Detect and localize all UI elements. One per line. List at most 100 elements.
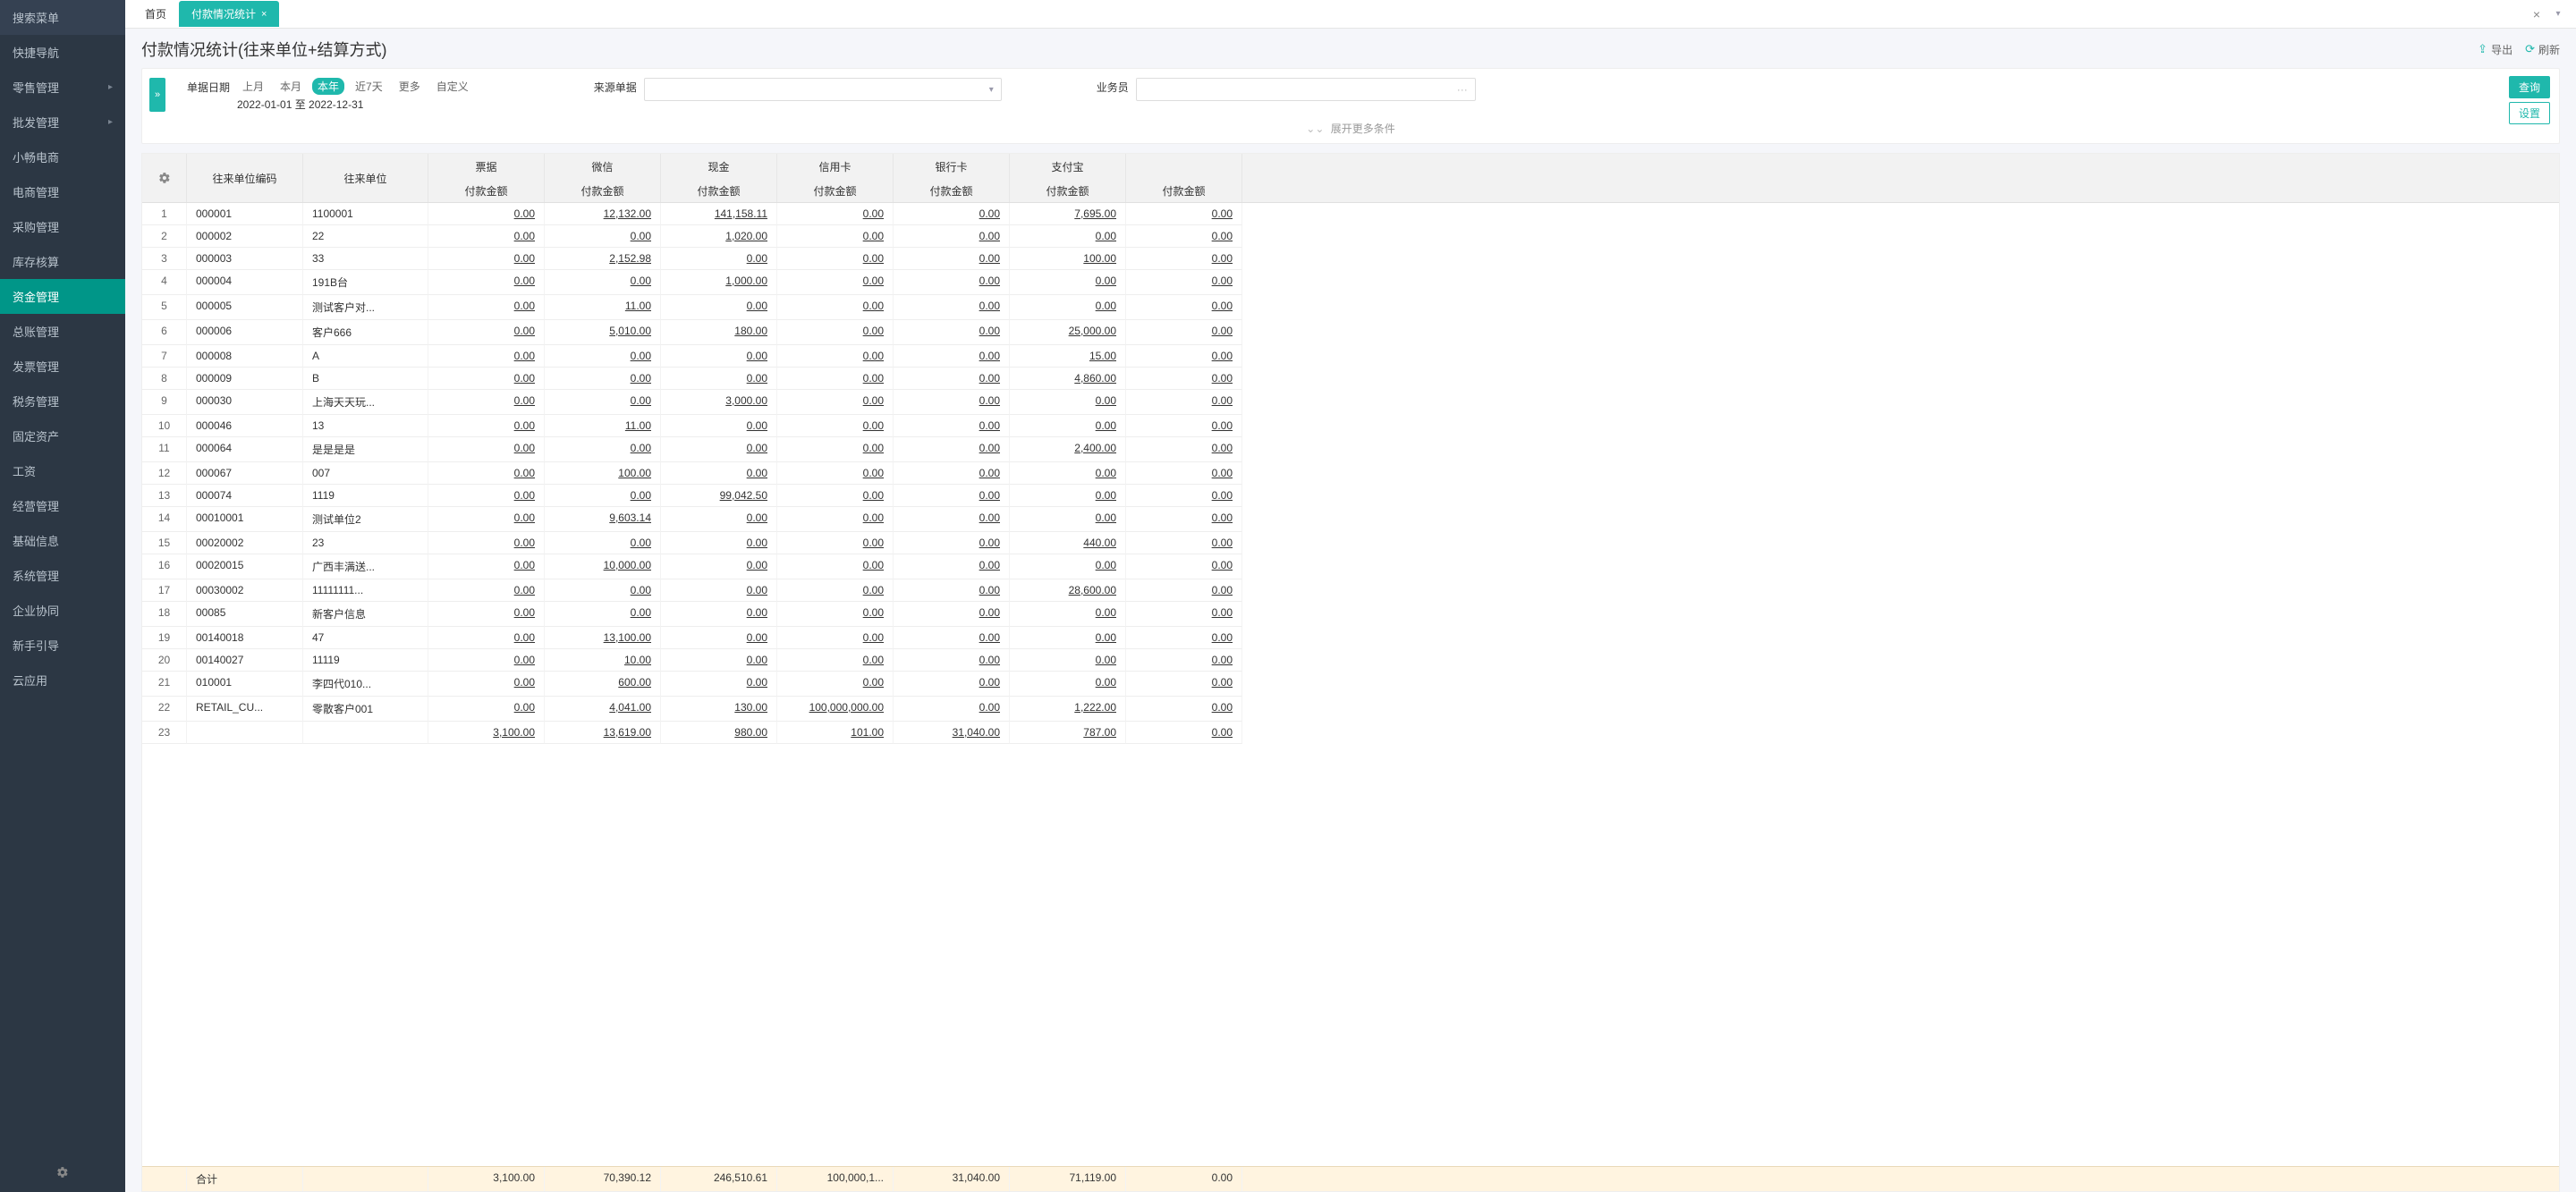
sidebar-item-15[interactable]: 基础信息 <box>0 523 125 558</box>
cell-amount-6[interactable]: 0.00 <box>1126 437 1242 462</box>
cell-amount-4[interactable]: 0.00 <box>894 672 1010 697</box>
source-select[interactable]: ▾ <box>644 78 1002 101</box>
settings-button[interactable]: 设置 <box>2509 102 2550 124</box>
cell-amount-3[interactable]: 0.00 <box>777 225 894 248</box>
cell-amount-0[interactable]: 0.00 <box>428 320 545 345</box>
cell-amount-0[interactable]: 0.00 <box>428 554 545 579</box>
cell-amount-2[interactable]: 980.00 <box>661 722 777 744</box>
cell-amount-4[interactable]: 0.00 <box>894 627 1010 649</box>
cell-amount-5[interactable]: 0.00 <box>1010 225 1126 248</box>
col-sub-3[interactable]: 付款金额 <box>777 179 894 202</box>
query-button[interactable]: 查询 <box>2509 76 2550 98</box>
cell-amount-5[interactable]: 100.00 <box>1010 248 1126 270</box>
sidebar-item-18[interactable]: 新手引导 <box>0 628 125 663</box>
export-button[interactable]: ⇪ 导出 <box>2478 42 2512 57</box>
cell-amount-2[interactable]: 0.00 <box>661 554 777 579</box>
sidebar-item-12[interactable]: 固定资产 <box>0 418 125 453</box>
sidebar-item-11[interactable]: 税务管理 <box>0 384 125 418</box>
cell-amount-6[interactable]: 0.00 <box>1126 649 1242 672</box>
cell-amount-4[interactable]: 0.00 <box>894 320 1010 345</box>
cell-amount-0[interactable]: 0.00 <box>428 225 545 248</box>
cell-amount-3[interactable]: 0.00 <box>777 390 894 415</box>
sidebar-item-4[interactable]: 小畅电商 <box>0 139 125 174</box>
cell-amount-6[interactable]: 0.00 <box>1126 368 1242 390</box>
cell-amount-6[interactable]: 0.00 <box>1126 462 1242 485</box>
cell-amount-5[interactable]: 7,695.00 <box>1010 203 1126 225</box>
cell-amount-0[interactable]: 0.00 <box>428 295 545 320</box>
date-chip-4[interactable]: 更多 <box>394 78 426 95</box>
date-chip-1[interactable]: 本月 <box>275 78 307 95</box>
cell-amount-0[interactable]: 0.00 <box>428 248 545 270</box>
col-name[interactable]: 往来单位 <box>303 154 428 202</box>
sidebar-item-6[interactable]: 采购管理 <box>0 209 125 244</box>
cell-amount-5[interactable]: 1,222.00 <box>1010 697 1126 722</box>
col-sub-0[interactable]: 付款金额 <box>428 179 545 202</box>
cell-amount-1[interactable]: 4,041.00 <box>545 697 661 722</box>
cell-amount-5[interactable]: 0.00 <box>1010 554 1126 579</box>
collapse-toggle[interactable]: » <box>149 78 165 112</box>
cell-amount-6[interactable]: 0.00 <box>1126 248 1242 270</box>
cell-amount-2[interactable]: 0.00 <box>661 649 777 672</box>
cell-amount-0[interactable]: 0.00 <box>428 345 545 368</box>
sidebar-item-19[interactable]: 云应用 <box>0 663 125 697</box>
cell-amount-1[interactable]: 13,619.00 <box>545 722 661 744</box>
col-sub-2[interactable]: 付款金额 <box>661 179 777 202</box>
cell-amount-0[interactable]: 0.00 <box>428 368 545 390</box>
cell-amount-1[interactable]: 0.00 <box>545 437 661 462</box>
cell-amount-3[interactable]: 0.00 <box>777 485 894 507</box>
cell-amount-3[interactable]: 0.00 <box>777 602 894 627</box>
cell-amount-4[interactable]: 0.00 <box>894 368 1010 390</box>
sidebar-item-3[interactable]: 批发管理▸ <box>0 105 125 139</box>
cell-amount-0[interactable]: 0.00 <box>428 627 545 649</box>
cell-amount-4[interactable]: 0.00 <box>894 415 1010 437</box>
cell-amount-4[interactable]: 0.00 <box>894 248 1010 270</box>
sidebar-item-9[interactable]: 总账管理 <box>0 314 125 349</box>
cell-amount-3[interactable]: 0.00 <box>777 627 894 649</box>
cell-amount-1[interactable]: 13,100.00 <box>545 627 661 649</box>
cell-amount-3[interactable]: 0.00 <box>777 437 894 462</box>
cell-amount-2[interactable]: 0.00 <box>661 627 777 649</box>
cell-amount-1[interactable]: 600.00 <box>545 672 661 697</box>
cell-amount-4[interactable]: 0.00 <box>894 225 1010 248</box>
cell-amount-2[interactable]: 3,000.00 <box>661 390 777 415</box>
cell-amount-2[interactable]: 1,020.00 <box>661 225 777 248</box>
cell-amount-5[interactable]: 0.00 <box>1010 390 1126 415</box>
cell-amount-0[interactable]: 3,100.00 <box>428 722 545 744</box>
refresh-button[interactable]: ⟳ 刷新 <box>2525 42 2560 57</box>
cell-amount-5[interactable]: 15.00 <box>1010 345 1126 368</box>
cell-amount-5[interactable]: 440.00 <box>1010 532 1126 554</box>
cell-amount-4[interactable]: 0.00 <box>894 437 1010 462</box>
cell-amount-1[interactable]: 0.00 <box>545 368 661 390</box>
cell-amount-1[interactable]: 0.00 <box>545 579 661 602</box>
cell-amount-5[interactable]: 0.00 <box>1010 649 1126 672</box>
cell-amount-5[interactable]: 0.00 <box>1010 507 1126 532</box>
cell-amount-4[interactable]: 0.00 <box>894 554 1010 579</box>
cell-amount-1[interactable]: 0.00 <box>545 390 661 415</box>
sidebar-item-16[interactable]: 系统管理 <box>0 558 125 593</box>
cell-amount-1[interactable]: 11.00 <box>545 415 661 437</box>
cell-amount-6[interactable]: 0.00 <box>1126 320 1242 345</box>
date-chip-3[interactable]: 近7天 <box>350 78 388 95</box>
col-sub-5[interactable]: 付款金额 <box>1010 179 1126 202</box>
sales-select[interactable]: ··· <box>1136 78 1476 101</box>
cell-amount-4[interactable]: 0.00 <box>894 390 1010 415</box>
cell-amount-4[interactable]: 0.00 <box>894 602 1010 627</box>
cell-amount-3[interactable]: 0.00 <box>777 320 894 345</box>
col-sub-4[interactable]: 付款金额 <box>894 179 1010 202</box>
cell-amount-0[interactable]: 0.00 <box>428 697 545 722</box>
date-chip-2[interactable]: 本年 <box>312 78 344 95</box>
cell-amount-6[interactable]: 0.00 <box>1126 415 1242 437</box>
cell-amount-1[interactable]: 0.00 <box>545 270 661 295</box>
cell-amount-6[interactable]: 0.00 <box>1126 722 1242 744</box>
cell-amount-0[interactable]: 0.00 <box>428 203 545 225</box>
cell-amount-6[interactable]: 0.00 <box>1126 345 1242 368</box>
cell-amount-4[interactable]: 0.00 <box>894 462 1010 485</box>
cell-amount-6[interactable]: 0.00 <box>1126 554 1242 579</box>
cell-amount-1[interactable]: 0.00 <box>545 485 661 507</box>
cell-amount-3[interactable]: 0.00 <box>777 507 894 532</box>
cell-amount-4[interactable]: 0.00 <box>894 203 1010 225</box>
cell-amount-1[interactable]: 11.00 <box>545 295 661 320</box>
cell-amount-2[interactable]: 141,158.11 <box>661 203 777 225</box>
cell-amount-2[interactable]: 1,000.00 <box>661 270 777 295</box>
cell-amount-2[interactable]: 0.00 <box>661 345 777 368</box>
